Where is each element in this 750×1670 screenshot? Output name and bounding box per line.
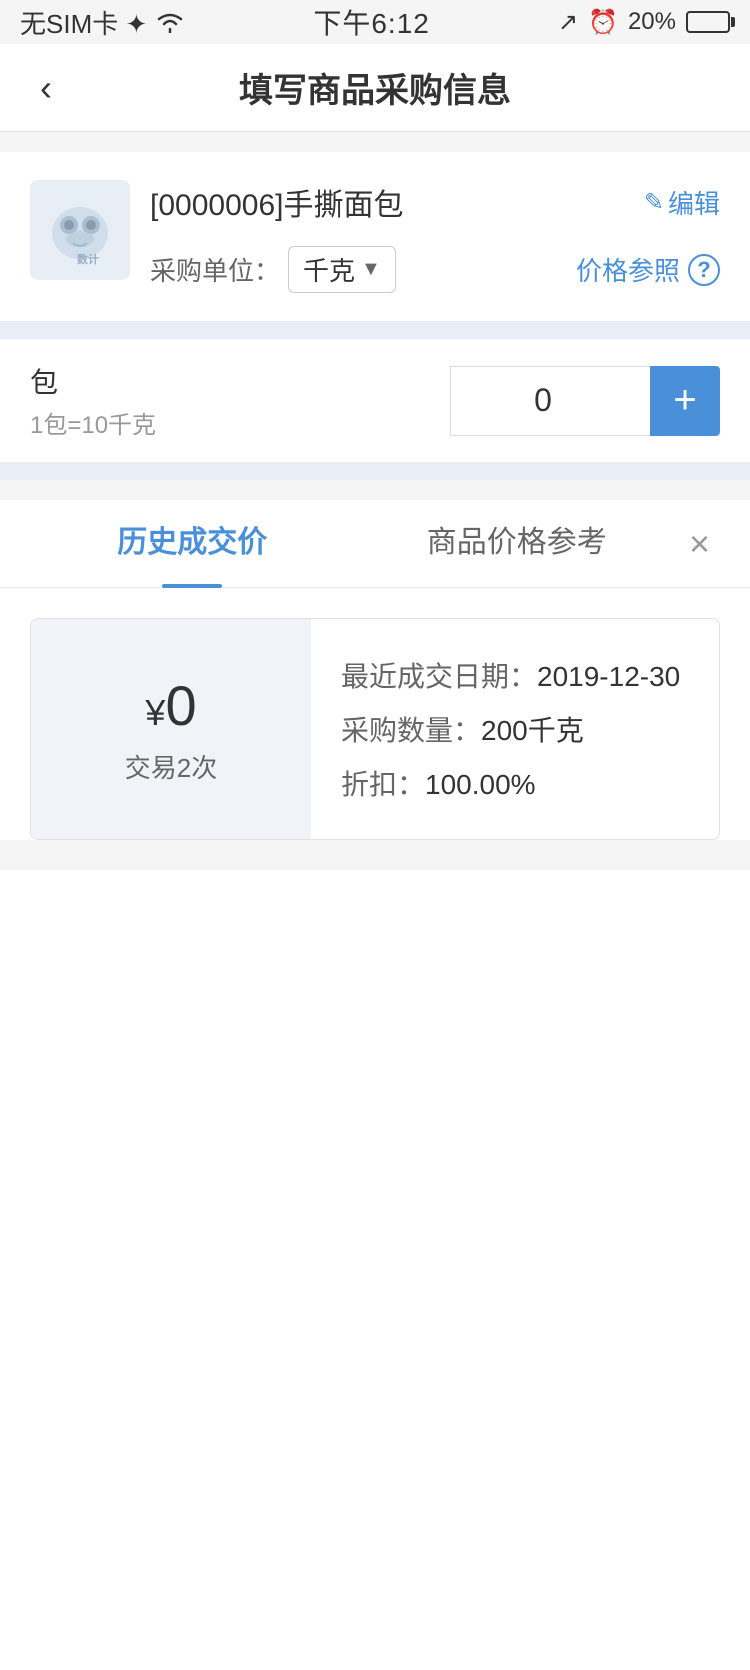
section-divider-2 — [0, 462, 750, 480]
history-price-card: ¥0 交易2次 最近成交日期：2019-12-30 采购数量：200千克 折扣：… — [30, 618, 720, 840]
edit-icon: ✎ — [644, 188, 664, 217]
product-logo-icon: 数计 — [45, 195, 115, 265]
quantity-label-group: 包 1包=10千克 — [30, 361, 156, 440]
status-bar: 无SIM卡 ✦ 下午6:12 ↗ ⏰ 20% — [0, 0, 750, 44]
tab-price-ref-label: 商品价格参考 — [427, 517, 607, 561]
product-card: 数计 [0000006]手撕面包 ✎ 编辑 采购单位： 千克 ▼ — [0, 152, 750, 321]
product-title: 手撕面包 — [283, 189, 403, 222]
battery-percent: 20% — [628, 8, 676, 36]
price-ref-label: 价格参照 — [576, 251, 680, 288]
product-info: [0000006]手撕面包 ✎ 编辑 采购单位： 千克 ▼ 价格参照 — [150, 180, 720, 293]
wifi-icon — [155, 11, 185, 33]
tabs-section: 历史成交价 商品价格参考 × ¥0 交易2次 最近成交日期：2019-12-30… — [0, 500, 750, 840]
price-ref-button[interactable]: 价格参照 ? — [576, 251, 720, 288]
purchase-qty-row: 采购数量：200千克 — [341, 709, 689, 749]
product-thumbnail: 数计 — [30, 180, 130, 280]
dropdown-arrow-icon: ▼ — [361, 258, 381, 281]
price-ref-help-icon: ? — [688, 254, 720, 286]
main-content-area — [0, 870, 750, 1670]
nav-bar: ‹ 填写商品采购信息 — [0, 44, 750, 132]
status-left: 无SIM卡 ✦ — [20, 4, 185, 41]
recent-date-label: 最近成交日期： — [341, 661, 537, 692]
section-divider — [0, 321, 750, 339]
price-value: 0 — [165, 674, 196, 737]
edit-button[interactable]: ✎ 编辑 — [644, 184, 720, 221]
unit-selector-group: 采购单位： 千克 ▼ — [150, 246, 396, 293]
tab-history-price[interactable]: 历史成交价 — [30, 500, 354, 588]
quantity-input[interactable] — [450, 366, 650, 436]
discount-label: 折扣： — [341, 769, 425, 800]
unit-label: 采购单位： — [150, 251, 280, 288]
quantity-plus-button[interactable]: + — [650, 366, 720, 436]
tabs-close-button[interactable]: × — [679, 513, 720, 575]
price-display: ¥0 — [145, 673, 196, 738]
trade-count: 交易2次 — [125, 748, 217, 785]
tab-product-price-ref[interactable]: 商品价格参考 — [354, 500, 678, 588]
discount-value: 100.00% — [425, 769, 536, 800]
recent-date-row: 最近成交日期：2019-12-30 — [341, 655, 689, 695]
quantity-row: 包 1包=10千克 + — [0, 339, 750, 462]
product-name: [0000006]手撕面包 — [150, 180, 403, 224]
price-detail-right: 最近成交日期：2019-12-30 采购数量：200千克 折扣：100.00% — [311, 619, 719, 839]
purchase-qty-value: 200千克 — [481, 715, 584, 746]
page-title: 填写商品采购信息 — [239, 63, 511, 112]
svg-text:数计: 数计 — [77, 252, 99, 265]
status-right: ↗ ⏰ 20% — [558, 8, 730, 37]
purchase-qty-label: 采购数量： — [341, 715, 481, 746]
product-id: [0000006] — [150, 189, 283, 222]
discount-row: 折扣：100.00% — [341, 763, 689, 803]
battery-icon — [686, 11, 730, 33]
quantity-conversion-text: 1包=10千克 — [30, 405, 156, 440]
quantity-unit-label: 包 — [30, 361, 156, 401]
edit-label: 编辑 — [668, 184, 720, 221]
quantity-input-group: + — [450, 366, 720, 436]
product-unit-row: 采购单位： 千克 ▼ 价格参照 ? — [150, 246, 720, 293]
price-summary-left: ¥0 交易2次 — [31, 619, 311, 839]
status-time: 下午6:12 — [313, 2, 430, 42]
recent-date-value: 2019-12-30 — [537, 661, 680, 692]
currency-symbol: ¥ — [145, 692, 165, 733]
product-top: 数计 [0000006]手撕面包 ✎ 编辑 采购单位： 千克 ▼ — [30, 180, 720, 293]
gps-icon: ↗ — [558, 8, 578, 37]
tab-history-label: 历史成交价 — [117, 517, 267, 561]
back-button[interactable]: ‹ — [30, 57, 62, 119]
unit-select-dropdown[interactable]: 千克 ▼ — [288, 246, 396, 293]
product-name-row: [0000006]手撕面包 ✎ 编辑 — [150, 180, 720, 224]
unit-select-value: 千克 — [303, 251, 355, 288]
tabs-header: 历史成交价 商品价格参考 × — [0, 500, 750, 588]
tab-active-underline — [162, 584, 222, 588]
alarm-icon: ⏰ — [588, 8, 618, 37]
carrier-text: 无SIM卡 ✦ — [20, 4, 147, 41]
